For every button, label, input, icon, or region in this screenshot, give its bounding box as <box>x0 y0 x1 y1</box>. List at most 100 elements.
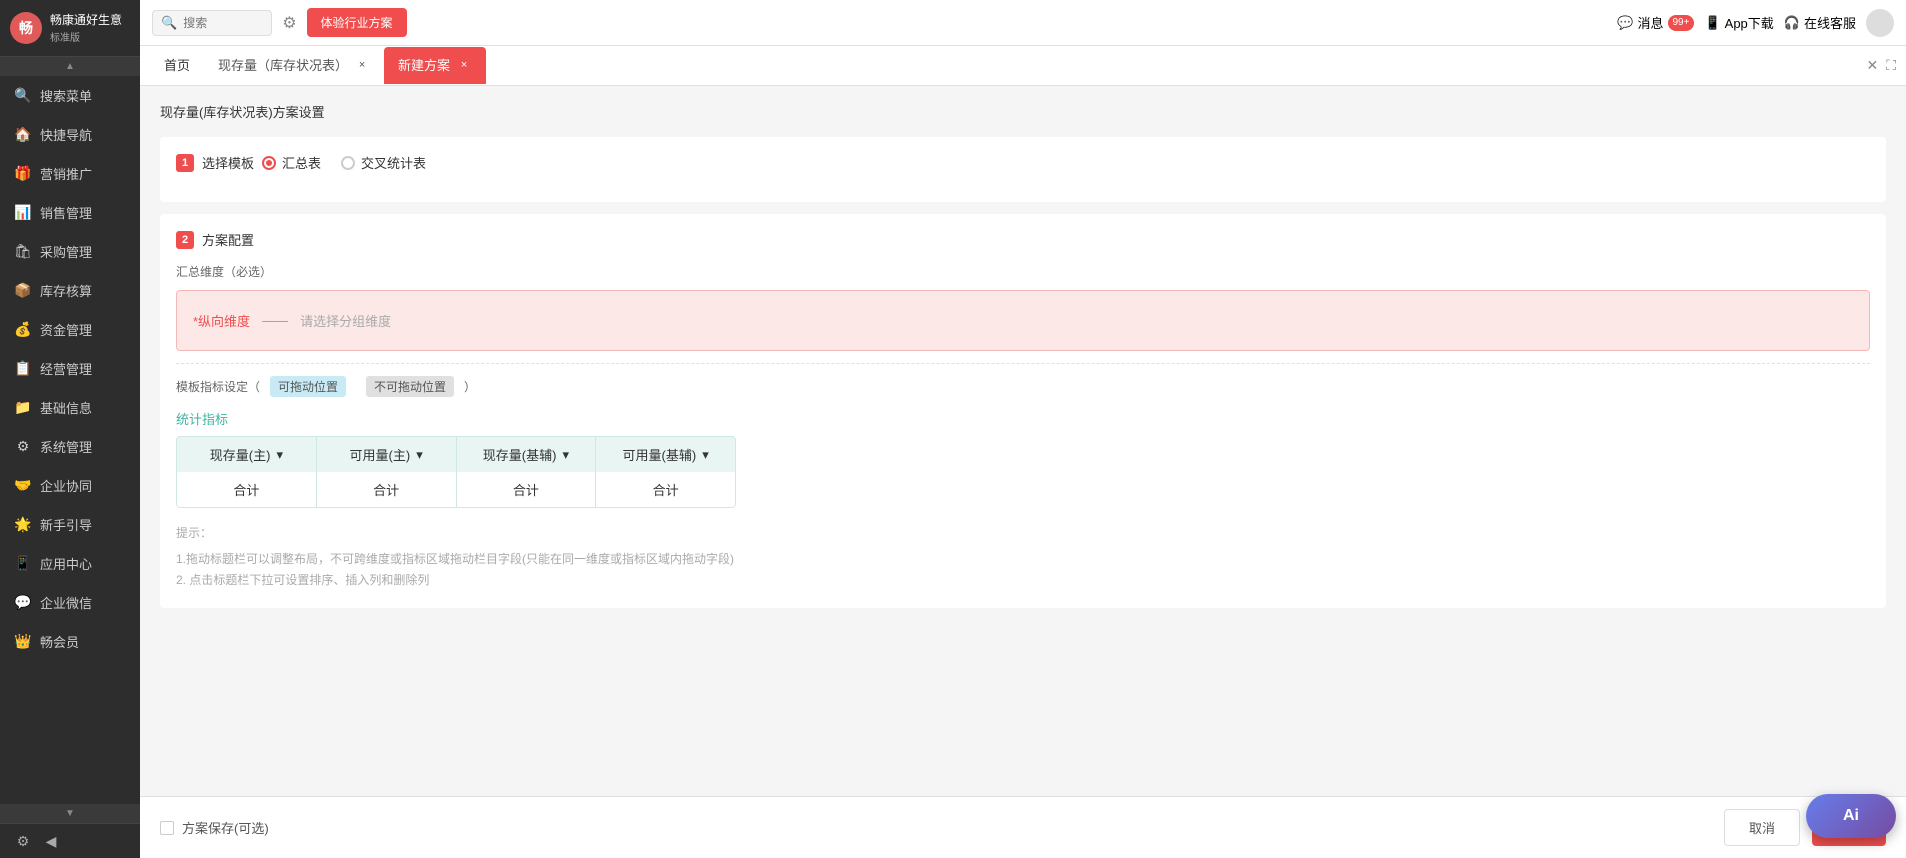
stats-data-col4: 合计 <box>596 472 735 507</box>
dropdown-icon-col3: ▾ <box>562 447 569 463</box>
management-icon: 📋 <box>14 360 32 378</box>
search-input[interactable] <box>183 16 263 30</box>
radio-cross-table[interactable]: 交叉统计表 <box>341 153 426 172</box>
sidebar-item-wechat[interactable]: 💬 企业微信 <box>0 583 140 622</box>
sidebar-scroll-down[interactable]: ▼ <box>0 804 140 823</box>
stats-data-col3: 合计 <box>457 472 597 507</box>
step1-title: 选择模板 <box>202 153 254 172</box>
online-service-btn[interactable]: 🎧 在线客服 <box>1784 13 1856 32</box>
tips-item2: 2. 点击标题栏下拉可设置排序、插入列和删除列 <box>176 570 1870 592</box>
basic-info-icon: 📁 <box>14 399 32 417</box>
ai-float-button[interactable]: Ai <box>1806 794 1896 838</box>
draggable-indicator: 可拖动位置 <box>270 376 346 397</box>
collapse-icon[interactable]: ◀ <box>42 832 60 850</box>
avatar[interactable] <box>1866 9 1894 37</box>
tips-item1: 1.拖动标题栏可以调整布局，不可跨维度或指标区域拖动栏目字段(只能在同一维度或指… <box>176 549 1870 571</box>
sidebar-item-member[interactable]: 👑 畅会员 <box>0 622 140 661</box>
sidebar-item-basic-info[interactable]: 📁 基础信息 <box>0 388 140 427</box>
stats-header-col1[interactable]: 现存量(主) ▾ <box>177 437 317 472</box>
step2-badge: 2 <box>176 231 194 249</box>
app-download-btn[interactable]: 📱 App下载 <box>1704 13 1773 32</box>
gift-icon: 🎁 <box>14 165 32 183</box>
stats-header-col4[interactable]: 可用量(基辅) ▾ <box>596 437 735 472</box>
tabs-bar: 首页 现存量（库存状况表） × 新建方案 × ✕ ⛶ <box>140 46 1906 86</box>
logo-area: 畅 畅康通好生意 标准版 <box>0 0 140 57</box>
indicators-row: 模板指标设定（ 可拖动位置 不可拖动位置 ） <box>176 376 1870 397</box>
radio-cross-circle <box>341 156 355 170</box>
finance-icon: 💰 <box>14 321 32 339</box>
sidebar: 畅 畅康通好生意 标准版 ▲ 🔍 搜索菜单 🏠 快捷导航 🎁 营销推广 📊 销售… <box>0 0 140 858</box>
search-box[interactable]: 🔍 <box>152 10 272 36</box>
logo-text: 畅康通好生意 标准版 <box>50 12 122 44</box>
sidebar-item-finance[interactable]: 💰 资金管理 <box>0 310 140 349</box>
tab-inventory[interactable]: 现存量（库存状况表） × <box>204 47 384 84</box>
sidebar-item-system[interactable]: ⚙ 系统管理 <box>0 427 140 466</box>
step1-section: 1 选择模板 汇总表 交叉统计表 <box>160 137 1886 202</box>
checkbox-box <box>160 821 174 835</box>
sidebar-item-marketing[interactable]: 🎁 营销推广 <box>0 154 140 193</box>
cooperation-icon: 🤝 <box>14 477 32 495</box>
tab-close-all-icon[interactable]: ✕ <box>1866 57 1878 74</box>
page-content: 现存量(库存状况表)方案设置 1 选择模板 汇总表 交叉统计表 <box>140 86 1906 796</box>
sales-icon: 📊 <box>14 204 32 222</box>
dropdown-icon-col1: ▾ <box>276 447 283 463</box>
purchase-icon: 🛍 <box>14 243 32 261</box>
main-area: 🔍 ⚙ 体验行业方案 💬 消息 99+ 📱 App下载 🎧 在线客服 首页 <box>140 0 1906 858</box>
member-icon: 👑 <box>14 633 32 651</box>
system-icon: ⚙ <box>14 438 32 456</box>
gear-icon[interactable]: ⚙ <box>282 13 296 33</box>
step1-header: 1 选择模板 汇总表 交叉统计表 <box>176 153 1870 172</box>
tab-maximize-icon[interactable]: ⛶ <box>1886 57 1896 74</box>
settings-icon[interactable]: ⚙ <box>14 832 32 850</box>
tab-home[interactable]: 首页 <box>150 47 204 84</box>
headset-icon: 🎧 <box>1784 15 1800 31</box>
tab-new-scheme-close[interactable]: × <box>456 57 472 73</box>
non-draggable-indicator: 不可拖动位置 <box>366 376 454 397</box>
sidebar-item-app-center[interactable]: 📱 应用中心 <box>0 544 140 583</box>
search-icon: 🔍 <box>14 87 32 105</box>
messages-btn[interactable]: 💬 消息 99+ <box>1617 13 1694 32</box>
industry-btn[interactable]: 体验行业方案 <box>307 8 407 37</box>
dropdown-icon-col4: ▾ <box>702 447 709 463</box>
tips-section: 提示： 1.拖动标题栏可以调整布局，不可跨维度或指标区域拖动栏目字段(只能在同一… <box>176 523 1870 592</box>
sidebar-item-guide[interactable]: 🌟 新手引导 <box>0 505 140 544</box>
page-footer: 方案保存(可选) 取消 查询 <box>140 796 1906 858</box>
radio-summary-circle <box>262 156 276 170</box>
stats-title: 统计指标 <box>176 409 1870 428</box>
save-checkbox[interactable]: 方案保存(可选) <box>160 818 269 837</box>
dimension-area[interactable]: *纵向维度 —— 请选择分组维度 <box>176 290 1870 351</box>
dim-dash: —— <box>262 313 288 328</box>
indicator-label-prefix: 模板指标设定（ <box>176 378 260 395</box>
sidebar-item-quick-nav[interactable]: 🏠 快捷导航 <box>0 115 140 154</box>
search-box-icon: 🔍 <box>161 15 177 31</box>
stats-header-col3[interactable]: 现存量(基辅) ▾ <box>457 437 597 472</box>
wechat-icon: 💬 <box>14 594 32 612</box>
topbar: 🔍 ⚙ 体验行业方案 💬 消息 99+ 📱 App下载 🎧 在线客服 <box>140 0 1906 46</box>
dropdown-icon-col2: ▾ <box>416 447 423 463</box>
phone-icon: 📱 <box>1704 15 1720 31</box>
radio-summary-table[interactable]: 汇总表 <box>262 153 321 172</box>
sidebar-scroll-up[interactable]: ▲ <box>0 57 140 76</box>
template-radio-group: 汇总表 交叉统计表 <box>262 153 426 172</box>
sidebar-item-cooperation[interactable]: 🤝 企业协同 <box>0 466 140 505</box>
sidebar-item-management[interactable]: 📋 经营管理 <box>0 349 140 388</box>
stats-table: 现存量(主) ▾ 可用量(主) ▾ 现存量(基辅) ▾ 可用量(基辅) ▾ <box>176 436 736 508</box>
guide-icon: 🌟 <box>14 516 32 534</box>
sidebar-item-sales[interactable]: 📊 销售管理 <box>0 193 140 232</box>
tips-title: 提示： <box>176 523 1870 545</box>
stats-data-col2: 合计 <box>317 472 457 507</box>
sidebar-item-inventory[interactable]: 📦 库存核算 <box>0 271 140 310</box>
tab-inventory-close[interactable]: × <box>354 57 370 73</box>
step1-badge: 1 <box>176 154 194 172</box>
cancel-button[interactable]: 取消 <box>1724 809 1800 846</box>
tabs-right-controls: ✕ ⛶ <box>1866 57 1896 74</box>
aggregate-dimension-label: 汇总维度（必选） <box>176 263 1870 280</box>
tab-new-scheme[interactable]: 新建方案 × <box>384 47 486 84</box>
page-title: 现存量(库存状况表)方案设置 <box>160 102 1886 121</box>
sidebar-nav: 🔍 搜索菜单 🏠 快捷导航 🎁 营销推广 📊 销售管理 🛍 采购管理 📦 库存核… <box>0 76 140 804</box>
sidebar-item-purchase[interactable]: 🛍 采购管理 <box>0 232 140 271</box>
logo-icon: 畅 <box>10 12 42 44</box>
stats-header-row: 现存量(主) ▾ 可用量(主) ▾ 现存量(基辅) ▾ 可用量(基辅) ▾ <box>177 437 735 472</box>
stats-header-col2[interactable]: 可用量(主) ▾ <box>317 437 457 472</box>
sidebar-item-search[interactable]: 🔍 搜索菜单 <box>0 76 140 115</box>
